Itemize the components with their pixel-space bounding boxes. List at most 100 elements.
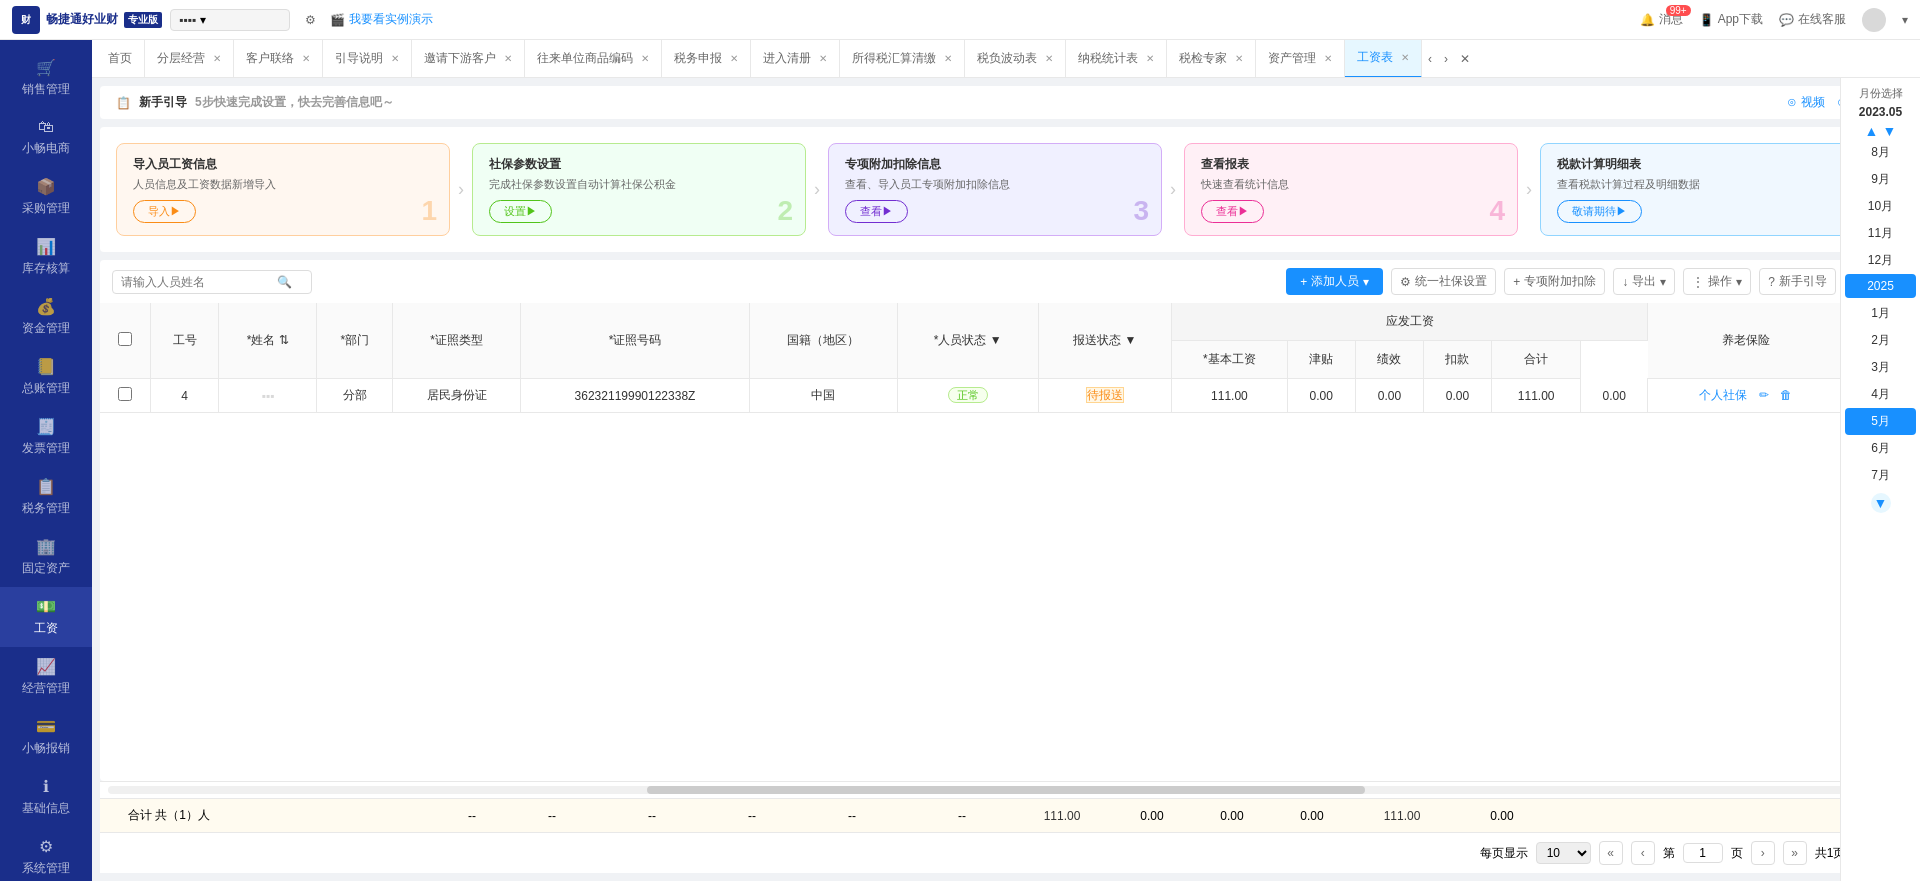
month-item-10[interactable]: 10月 <box>1845 193 1916 220</box>
tab-tax-rebate[interactable]: 税负波动表 ✕ <box>965 40 1066 78</box>
tab-tax-expert[interactable]: 税检专家 ✕ <box>1167 40 1256 78</box>
select-all-checkbox[interactable] <box>118 332 132 346</box>
row-name: ▪▪▪ <box>219 379 317 413</box>
first-page-btn[interactable]: « <box>1599 841 1623 865</box>
month-item-12[interactable]: 12月 <box>1845 247 1916 274</box>
tab-asset-mgmt[interactable]: 资产管理 ✕ <box>1256 40 1345 78</box>
last-page-btn[interactable]: » <box>1783 841 1807 865</box>
sidebar-item-ledger[interactable]: 📒 总账管理 <box>0 347 92 407</box>
month-item-5[interactable]: 5月 <box>1845 408 1916 435</box>
sidebar-item-system[interactable]: ⚙ 系统管理 <box>0 827 92 881</box>
sidebar-item-invoice[interactable]: 🧾 发票管理 <box>0 407 92 467</box>
month-up-btn[interactable]: ▲ <box>1864 123 1880 139</box>
avatar[interactable] <box>1862 8 1886 32</box>
month-item-11[interactable]: 11月 <box>1845 220 1916 247</box>
prev-page-btn[interactable]: ‹ <box>1631 841 1655 865</box>
tab-next-btn[interactable]: › <box>1438 40 1454 78</box>
settings-icon[interactable]: ⚙ <box>298 8 322 32</box>
sidebar-item-inventory[interactable]: 📊 库存核算 <box>0 227 92 287</box>
step-btn-5[interactable]: 敬请期待▶ <box>1557 200 1642 223</box>
th-status[interactable]: *人员状态 ▼ <box>897 303 1038 379</box>
tab-clearbook[interactable]: 进入清册 ✕ <box>751 40 840 78</box>
tab-tax-report-close[interactable]: ✕ <box>730 53 738 64</box>
operate-btn[interactable]: ⋮ 操作 ▾ <box>1683 268 1751 295</box>
action-edit[interactable]: ✏ <box>1759 388 1769 402</box>
tab-tax-stats-close[interactable]: ✕ <box>1146 53 1154 64</box>
step-btn-1[interactable]: 导入▶ <box>133 200 196 223</box>
sidebar-item-operations[interactable]: 📈 经营管理 <box>0 647 92 707</box>
action-social-insurance[interactable]: 个人社保 <box>1699 388 1747 402</box>
tab-partition-close[interactable]: ✕ <box>213 53 221 64</box>
sidebar-item-tax[interactable]: 📋 税务管理 <box>0 467 92 527</box>
next-page-btn[interactable]: › <box>1751 841 1775 865</box>
tab-tax-expert-close[interactable]: ✕ <box>1235 53 1243 64</box>
step-btn-3[interactable]: 查看▶ <box>845 200 908 223</box>
tab-asset-mgmt-close[interactable]: ✕ <box>1324 53 1332 64</box>
new-guide-btn[interactable]: ? 新手引导 <box>1759 268 1836 295</box>
online-service-btn[interactable]: 💬 在线客服 <box>1779 11 1846 28</box>
tab-tax-stats[interactable]: 纳税统计表 ✕ <box>1066 40 1167 78</box>
month-item-9[interactable]: 9月 <box>1845 166 1916 193</box>
tab-tax-calc[interactable]: 所得税汇算清缴 ✕ <box>840 40 965 78</box>
tab-close-all-btn[interactable]: ✕ <box>1454 40 1476 78</box>
tab-tax-rebate-close[interactable]: ✕ <box>1045 53 1053 64</box>
sidebar-item-basic[interactable]: ℹ 基础信息 <box>0 767 92 827</box>
tab-home[interactable]: 首页 <box>96 40 145 78</box>
search-icon[interactable]: 🔍 <box>277 275 292 289</box>
sidebar-item-salary[interactable]: 💵 工资 <box>0 587 92 647</box>
step-btn-2[interactable]: 设置▶ <box>489 200 552 223</box>
notification-btn[interactable]: 🔔 消息 99+ <box>1640 11 1683 28</box>
sidebar-item-assets[interactable]: 🏢 固定资产 <box>0 527 92 587</box>
sidebar-item-purchase[interactable]: 📦 采购管理 <box>0 167 92 227</box>
company-selector[interactable]: ▪▪▪▪ ▾ <box>170 9 290 31</box>
month-item-8[interactable]: 8月 <box>1845 139 1916 166</box>
tab-invite[interactable]: 邀请下游客户 ✕ <box>412 40 525 78</box>
tab-payroll[interactable]: 工资表 ✕ <box>1345 40 1422 78</box>
page-size-select[interactable]: 10 20 50 100 <box>1536 842 1591 864</box>
unified-settings-btn[interactable]: ⚙ 统一社保设置 <box>1391 268 1496 295</box>
search-input[interactable] <box>121 275 271 289</box>
row-dept: 分部 <box>317 379 393 413</box>
demo-link[interactable]: 🎬 我要看实例演示 <box>330 11 433 28</box>
month-item-6[interactable]: 6月 <box>1845 435 1916 462</box>
user-menu-btn[interactable]: ▾ <box>1902 13 1908 27</box>
month-down-btn[interactable]: ▼ <box>1882 123 1898 139</box>
tab-clearbook-close[interactable]: ✕ <box>819 53 827 64</box>
sidebar-item-finance[interactable]: 💰 资金管理 <box>0 287 92 347</box>
sidebar-item-sales[interactable]: 🛒 销售管理 <box>0 48 92 108</box>
month-item-7[interactable]: 7月 <box>1845 462 1916 489</box>
row-select-checkbox[interactable] <box>118 387 132 401</box>
tab-guide[interactable]: 引导说明 ✕ <box>323 40 412 78</box>
th-report-status[interactable]: 报送状态 ▼ <box>1038 303 1171 379</box>
page-input[interactable] <box>1683 843 1723 863</box>
logo-area: 财 畅捷通好业财 专业版 <box>12 6 162 34</box>
add-person-btn[interactable]: + 添加人员 ▾ <box>1286 268 1383 295</box>
app-download-btn[interactable]: 📱 App下载 <box>1699 11 1763 28</box>
th-name[interactable]: *姓名 ⇅ <box>219 303 317 379</box>
tab-tax-report[interactable]: 税务申报 ✕ <box>662 40 751 78</box>
tab-invite-close[interactable]: ✕ <box>504 53 512 64</box>
special-deduct-btn[interactable]: + 专项附加扣除 <box>1504 268 1605 295</box>
export-btn[interactable]: ↓ 导出 ▾ <box>1613 268 1675 295</box>
tab-guide-close[interactable]: ✕ <box>391 53 399 64</box>
tab-prev-btn[interactable]: ‹ <box>1422 40 1438 78</box>
month-item-2[interactable]: 2月 <box>1845 327 1916 354</box>
month-item-1[interactable]: 1月 <box>1845 300 1916 327</box>
tab-customer[interactable]: 客户联络 ✕ <box>234 40 323 78</box>
horizontal-scrollbar[interactable] <box>100 781 1912 798</box>
tab-payroll-close[interactable]: ✕ <box>1401 52 1409 63</box>
month-item-4[interactable]: 4月 <box>1845 381 1916 408</box>
action-delete[interactable]: 🗑 <box>1780 388 1792 402</box>
sidebar-item-marketing[interactable]: 💳 小畅报销 <box>0 707 92 767</box>
sidebar-item-ecommerce[interactable]: 🛍 小畅电商 <box>0 108 92 167</box>
tab-partition[interactable]: 分层经营 ✕ <box>145 40 234 78</box>
step-btn-4[interactable]: 查看▶ <box>1201 200 1264 223</box>
month-item-3[interactable]: 3月 <box>1845 354 1916 381</box>
month-collapse-btn[interactable]: ▼ <box>1871 493 1891 513</box>
scrollbar-thumb[interactable] <box>647 786 1365 794</box>
tab-product-code[interactable]: 往来单位商品编码 ✕ <box>525 40 662 78</box>
tab-customer-close[interactable]: ✕ <box>302 53 310 64</box>
tab-tax-calc-close[interactable]: ✕ <box>944 53 952 64</box>
tab-product-code-close[interactable]: ✕ <box>641 53 649 64</box>
guide-video-link[interactable]: ⊙ 视频 <box>1787 94 1824 111</box>
